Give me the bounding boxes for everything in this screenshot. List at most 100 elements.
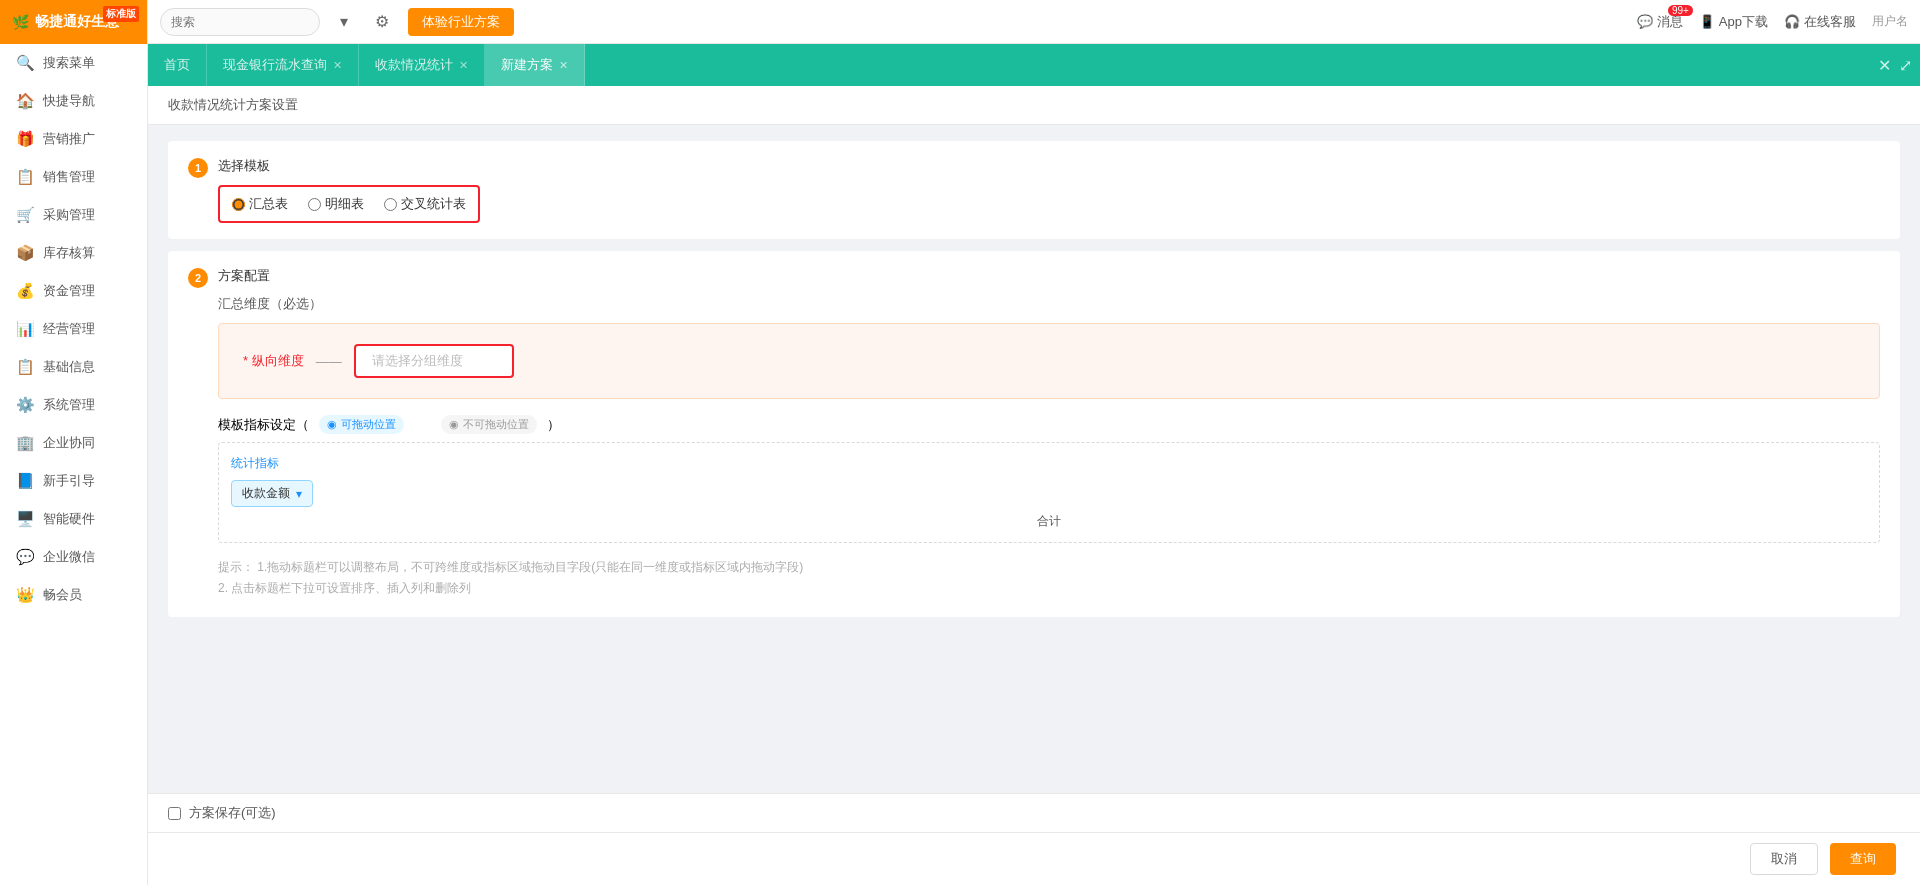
step2-section: 2 方案配置 汇总维度（必选） 纵向维度 —— 请选择分组维度 (188, 267, 1880, 601)
dimension-arrow-icon: —— (316, 354, 342, 369)
marketing-icon: 🎁 (16, 130, 35, 148)
sidebar-item-marketing[interactable]: 🎁 营销推广 (0, 120, 147, 158)
step1-section: 1 选择模板 汇总表明细表交叉统计表 (188, 157, 1880, 223)
step1-card: 1 选择模板 汇总表明细表交叉统计表 (168, 141, 1900, 239)
sales-icon: 📋 (16, 168, 35, 186)
dimension-select[interactable]: 请选择分组维度 (354, 344, 514, 378)
messages-item[interactable]: 💬 消息 99+ (1637, 13, 1683, 31)
guide-icon: 📘 (16, 472, 35, 490)
sidebar-item-quicknav[interactable]: 🏠快捷导航 (0, 82, 147, 120)
chevron-down-icon: ▾ (296, 487, 302, 501)
metrics-area: 统计指标 收款金额 ▾ 合计 (218, 442, 1880, 543)
can-drag-indicator: ◉ (327, 418, 337, 431)
sidebar-item-wechat[interactable]: 💬企业微信 (0, 538, 147, 576)
page-header: 收款情况统计方案设置 (148, 86, 1920, 125)
username: 用户名 (1872, 13, 1908, 30)
tab-label: 现金银行流水查询 (223, 56, 327, 74)
tab-close-icon[interactable]: ✕ (559, 59, 568, 72)
hint-2: 2. 点击标题栏下拉可设置排序、插入列和删除列 (218, 580, 1880, 597)
sidebar-item-sales[interactable]: 📋销售管理 (0, 158, 147, 196)
page-body: 1 选择模板 汇总表明细表交叉统计表 2 方案配置 汇总维度（必选） (148, 125, 1920, 793)
step1-title: 选择模板 (218, 157, 1880, 175)
dropdown-button[interactable]: ▾ (332, 10, 356, 34)
save-checkbox[interactable] (168, 807, 181, 820)
sidebar-item-label-member: 畅会员 (43, 586, 82, 604)
radio-detail[interactable] (308, 198, 321, 211)
download-icon: 📱 (1699, 14, 1715, 29)
inventory-icon: 📦 (16, 244, 35, 262)
radio-label-detail: 明细表 (325, 195, 364, 213)
step2-badge: 2 (188, 268, 208, 288)
tab-close-icon[interactable]: ✕ (459, 59, 468, 72)
edition-badge: 标准版 (103, 6, 139, 22)
template-option-summary[interactable]: 汇总表 (232, 195, 288, 213)
sidebar-item-label-marketing: 营销推广 (43, 130, 95, 148)
template-option-detail[interactable]: 明细表 (308, 195, 364, 213)
cancel-button[interactable]: 取消 (1750, 843, 1818, 875)
tabbar-controls: ✕ ⤢ (1870, 44, 1920, 86)
sidebar-item-purchase[interactable]: 🛒采购管理 (0, 196, 147, 234)
sidebar-item-hardware[interactable]: 🖥️智能硬件 (0, 500, 147, 538)
metric-tag-label: 收款金额 (242, 485, 290, 502)
sidebar-item-inventory[interactable]: 📦 库存核算 (0, 234, 147, 272)
vertical-dimension-label: 纵向维度 (243, 352, 304, 370)
sidebar-item-corp[interactable]: 🏢 企业协同 (0, 424, 147, 462)
tab-close-icon[interactable]: ✕ (333, 59, 342, 72)
main-area: ▾ ⚙ 体验行业方案 💬 消息 99+ 📱 App下载 🎧 在线客服 用户名 首… (148, 0, 1920, 885)
metrics-label-row: 模板指标设定（ ◉ 可拖动位置 ◉ 不可拖动位置 ） (218, 415, 1880, 434)
tab-label: 新建方案 (501, 56, 553, 74)
tab-新建方案[interactable]: 新建方案 ✕ (485, 44, 585, 86)
maximize-button[interactable]: ⤢ (1899, 56, 1912, 75)
no-drag-badge-text (418, 416, 431, 434)
tab-label: 首页 (164, 56, 190, 74)
metric-subtotal-label: 合计 (1037, 513, 1061, 530)
sidebar-item-label-inventory: 库存核算 (43, 244, 95, 262)
industry-btn[interactable]: 体验行业方案 (408, 8, 514, 36)
member-icon: 👑 (16, 586, 35, 604)
sidebar-item-label-guide: 新手引导 (43, 472, 95, 490)
sidebar-item-basic[interactable]: 📋基础信息 (0, 348, 147, 386)
sidebar-logo: 🌿 畅捷通好生意 标准版 (0, 0, 147, 44)
service-item[interactable]: 🎧 在线客服 (1784, 13, 1856, 31)
sidebar-item-label-corp: 企业协同 (43, 434, 95, 452)
search-input[interactable] (160, 8, 320, 36)
sidebar-item-business[interactable]: 📊经营管理 (0, 310, 147, 348)
hint-1: 提示： 1.拖动标题栏可以调整布局，不可跨维度或指标区域拖动目字段(只能在同一维… (218, 559, 1880, 576)
sidebar-item-search[interactable]: 🔍搜索菜单 (0, 44, 147, 82)
query-button[interactable]: 查询 (1830, 843, 1896, 875)
sidebar-item-finance[interactable]: 💰资金管理 (0, 272, 147, 310)
download-item[interactable]: 📱 App下载 (1699, 13, 1768, 31)
action-bar: 取消 查询 (148, 832, 1920, 885)
quicknav-icon: 🏠 (16, 92, 35, 110)
tab-首页[interactable]: 首页 (148, 44, 207, 86)
logo-icon: 🌿 (12, 14, 29, 30)
dimension-row: 纵向维度 —— 请选择分组维度 (243, 344, 1855, 378)
corp-icon: 🏢 (16, 434, 35, 452)
close-window-button[interactable]: ✕ (1878, 56, 1891, 75)
metric-tag-item[interactable]: 收款金额 ▾ (231, 480, 313, 507)
hints-area: 提示： 1.拖动标题栏可以调整布局，不可跨维度或指标区域拖动目字段(只能在同一维… (218, 559, 1880, 597)
radio-cross[interactable] (384, 198, 397, 211)
radio-label-summary: 汇总表 (249, 195, 288, 213)
hardware-icon: 🖥️ (16, 510, 35, 528)
sidebar-item-guide[interactable]: 📘 新手引导 (0, 462, 147, 500)
sidebar-item-label-wechat: 企业微信 (43, 548, 95, 566)
tab-现金银行流水查询[interactable]: 现金银行流水查询 ✕ (207, 44, 359, 86)
sidebar-item-label-system: 系统管理 (43, 396, 95, 414)
radio-summary[interactable] (232, 198, 245, 211)
business-icon: 📊 (16, 320, 35, 338)
template-options: 汇总表 明细表 交叉统计表 (218, 185, 480, 223)
tab-收款情况统计[interactable]: 收款情况统计✕ (359, 44, 485, 86)
footer-save: 方案保存(可选) (148, 793, 1920, 832)
sidebar-item-member[interactable]: 👑 畅会员 (0, 576, 147, 614)
basic-icon: 📋 (16, 358, 35, 376)
template-option-cross[interactable]: 交叉统计表 (384, 195, 466, 213)
sidebar-item-system[interactable]: ⚙️ 系统管理 (0, 386, 147, 424)
save-label: 方案保存(可选) (189, 804, 276, 822)
metrics-title-close: ） (547, 416, 560, 434)
topbar-right: 💬 消息 99+ 📱 App下载 🎧 在线客服 用户名 (1637, 13, 1908, 31)
settings-button[interactable]: ⚙ (368, 8, 396, 36)
system-icon: ⚙️ (16, 396, 35, 414)
step2-card: 2 方案配置 汇总维度（必选） 纵向维度 —— 请选择分组维度 (168, 251, 1900, 617)
metrics-title-text: 模板指标设定（ (218, 416, 309, 434)
